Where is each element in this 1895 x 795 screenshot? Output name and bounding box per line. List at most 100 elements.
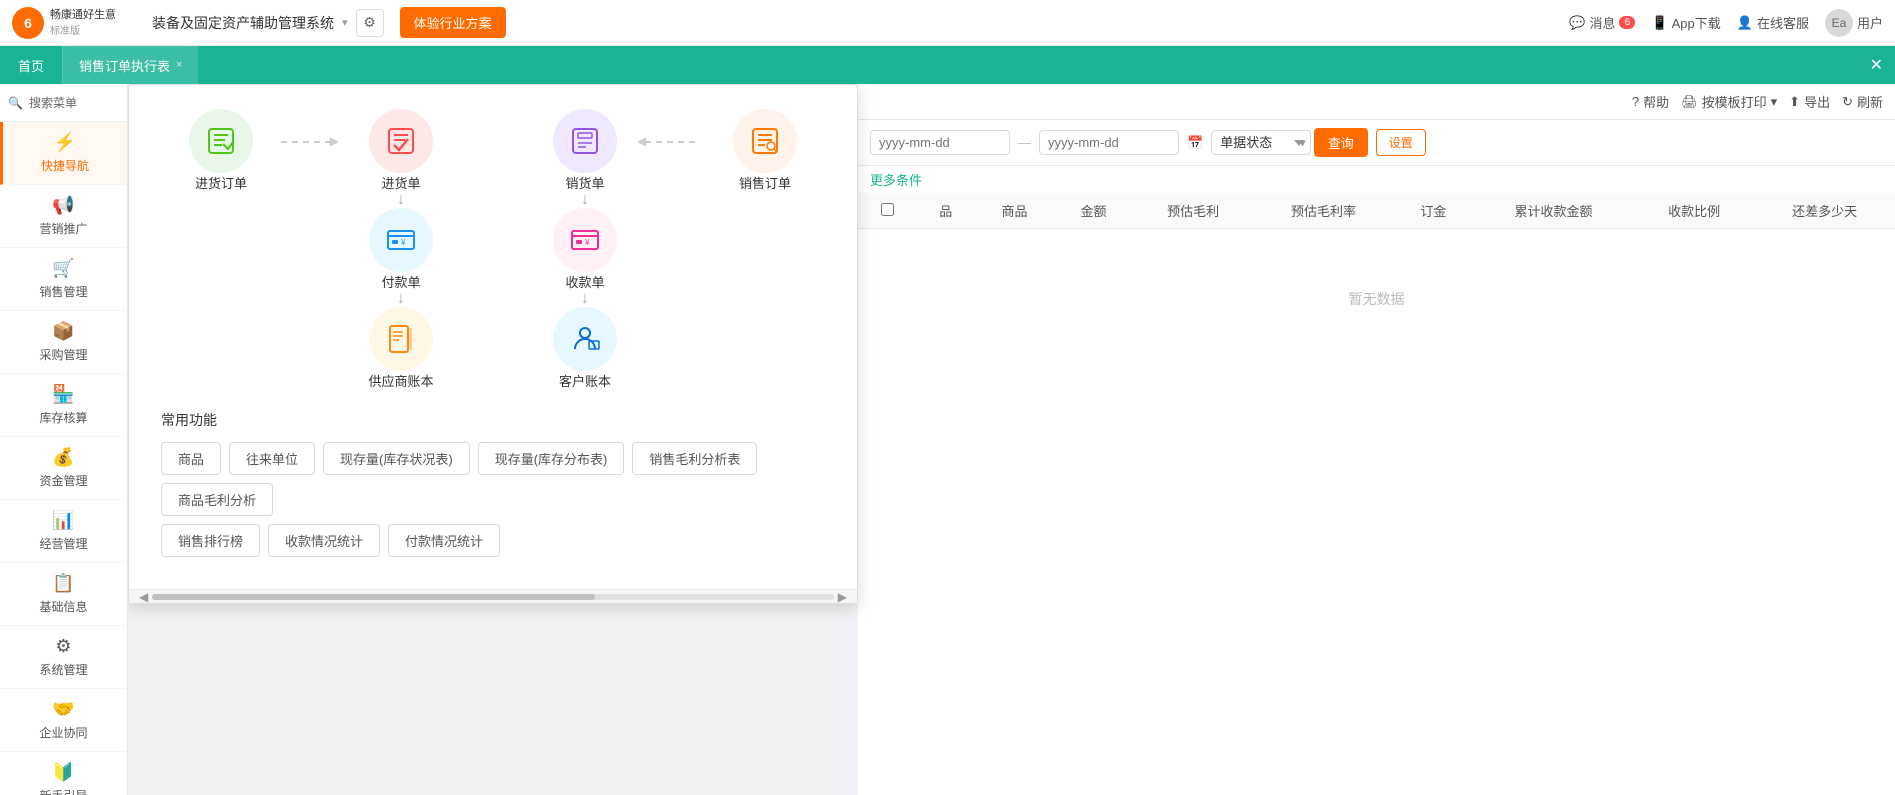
sale-order-label: 销售订单: [739, 173, 791, 192]
func-btn-sales-rank[interactable]: 销售排行榜: [161, 524, 260, 557]
help-button[interactable]: ? 帮助: [1632, 92, 1669, 111]
marketing-icon: 📢: [52, 195, 74, 216]
top-header: 6 畅康通好生意 标准版 装备及固定资产辅助管理系统 ▾ ⚙ 体验行业方案 💬 …: [0, 0, 1895, 46]
online-service-label: 在线客服: [1757, 13, 1809, 32]
query-button[interactable]: 查询: [1314, 128, 1368, 157]
func-btn-receipt-stat[interactable]: 收款情况统计: [268, 524, 380, 557]
sidebar: 🔍 搜索菜单 ⚡ 快捷导航 📢 营销推广 🛒 销售管理 📦 采购管理 🏪 库存核…: [0, 84, 128, 795]
flow-node-payment[interactable]: ¥ 付款单: [341, 208, 461, 291]
sidebar-item-operation[interactable]: 📊 经营管理: [0, 500, 127, 563]
tab-sales-order[interactable]: 销售订单执行表 ×: [63, 46, 198, 84]
sidebar-item-system[interactable]: ⚙ 系统管理: [0, 626, 127, 689]
flow-node-receipt[interactable]: ¥ 收款单: [525, 208, 645, 291]
message-button[interactable]: 💬 消息 6: [1569, 13, 1635, 32]
flow-node-supplier[interactable]: 供应商账本: [341, 307, 461, 390]
user-menu[interactable]: Ea 用户: [1825, 9, 1883, 37]
col-total-receipt: 累计收款金额: [1473, 193, 1634, 229]
print-icon: 🖨: [1681, 94, 1698, 110]
logo-text: 畅康通好生意: [50, 8, 116, 22]
close-all-tabs-button[interactable]: ✕: [1858, 46, 1895, 84]
operation-label: 经营管理: [39, 535, 87, 552]
receipt-label: 收款单: [565, 272, 604, 291]
scroll-left-button[interactable]: ◀: [135, 590, 152, 604]
scrollbar-track[interactable]: [152, 594, 834, 600]
trial-button[interactable]: 体验行业方案: [400, 7, 506, 38]
right-panel: ? 帮助 🖨 按模板打印 ▾ ⬆ 导出 ↻ 刷新: [858, 84, 1895, 795]
refresh-label: 刷新: [1857, 92, 1883, 111]
print-template-button[interactable]: 🖨 按模板打印 ▾: [1681, 92, 1777, 111]
app-download-label: App下载: [1672, 13, 1721, 32]
online-service-button[interactable]: 👤 在线客服: [1737, 13, 1809, 32]
help-icon: ?: [1632, 94, 1639, 109]
modal-content: 进货订单 ▶ 进货单: [129, 85, 857, 589]
settings-button[interactable]: 设置: [1376, 129, 1426, 156]
receipt-icon: ¥: [553, 208, 617, 272]
message-icon: 💬: [1569, 15, 1585, 31]
sidebar-item-marketing[interactable]: 📢 营销推广: [0, 185, 127, 248]
export-button[interactable]: ⬆ 导出: [1789, 92, 1830, 111]
message-label: 消息: [1589, 13, 1615, 32]
col-days-remaining: 还差多少天: [1754, 193, 1895, 229]
sidebar-item-purchase[interactable]: 📦 采购管理: [0, 311, 127, 374]
func-btn-payment-stat[interactable]: 付款情况统计: [388, 524, 500, 557]
sales-label: 销售管理: [39, 283, 87, 300]
sale-order-icon: [733, 109, 797, 173]
flow-node-purchase-bill[interactable]: 进货单: [341, 109, 461, 192]
date-start-input[interactable]: [870, 130, 1010, 155]
search-menu-button[interactable]: 🔍 搜索菜单: [0, 84, 127, 122]
sidebar-item-finance[interactable]: 💰 资金管理: [0, 437, 127, 500]
func-btn-goods-margin[interactable]: 商品毛利分析: [161, 483, 273, 516]
sale-bill-icon: [553, 109, 617, 173]
flow-node-purchase-order[interactable]: 进货订单: [161, 109, 281, 192]
sidebar-item-basic[interactable]: 📋 基础信息: [0, 563, 127, 626]
func-btn-stock-dist[interactable]: 现存量(库存分布表): [478, 442, 625, 475]
col-amount: 金额: [1054, 193, 1133, 229]
func-btn-stock-status[interactable]: 现存量(库存状况表): [323, 442, 470, 475]
tab-home[interactable]: 首页: [0, 46, 63, 84]
sidebar-item-collab[interactable]: 🤝 企业协同: [0, 689, 127, 752]
col-checkbox[interactable]: [858, 193, 916, 229]
purchase-order-label: 进货订单: [195, 173, 247, 192]
guide-icon: 🔰: [52, 762, 74, 783]
data-table: 品 商品 金额 预估毛利 预估毛利率 订金 累计收款金额 收款比例 还差多少天: [858, 193, 1895, 229]
purchase-label: 采购管理: [39, 346, 87, 363]
date-end-input[interactable]: [1039, 130, 1179, 155]
tab-bar: 首页 销售订单执行表 × ✕: [0, 46, 1895, 84]
finance-icon: 💰: [52, 447, 74, 468]
sales-icon: 🛒: [52, 258, 74, 279]
quick-nav-label: 快捷导航: [41, 157, 89, 174]
arrow-down-purchase: ↓: [397, 192, 405, 208]
scroll-right-button[interactable]: ▶: [834, 590, 851, 604]
sidebar-item-quick-nav[interactable]: ⚡ 快捷导航: [0, 122, 127, 185]
tab-close-icon[interactable]: ×: [176, 59, 182, 71]
refresh-button[interactable]: ↻ 刷新: [1842, 92, 1883, 111]
app-download-button[interactable]: 📱 App下载: [1651, 13, 1720, 32]
collab-label: 企业协同: [39, 724, 87, 741]
inventory-icon: 🏪: [52, 384, 74, 405]
scrollbar-thumb: [152, 594, 595, 600]
select-all-checkbox[interactable]: [881, 203, 894, 216]
customer-label: 客户账本: [559, 371, 611, 390]
system-label: 系统管理: [39, 661, 87, 678]
quick-nav-icon: ⚡: [54, 132, 76, 153]
user-avatar: Ea: [1825, 9, 1853, 37]
sidebar-item-guide[interactable]: 🔰 新手引导: [0, 752, 127, 795]
func-btn-contacts[interactable]: 往来单位: [229, 442, 315, 475]
settings-gear-button[interactable]: ⚙: [356, 9, 384, 37]
more-conditions-link[interactable]: 更多条件: [870, 173, 922, 188]
main-layout: 🔍 搜索菜单 ⚡ 快捷导航 📢 营销推广 🛒 销售管理 📦 采购管理 🏪 库存核…: [0, 84, 1895, 795]
payment-label: 付款单: [381, 272, 420, 291]
flow-node-customer[interactable]: 客户账本: [525, 307, 645, 390]
system-dropdown-icon[interactable]: ▾: [342, 16, 348, 29]
sidebar-item-inventory[interactable]: 🏪 库存核算: [0, 374, 127, 437]
func-btn-goods[interactable]: 商品: [161, 442, 221, 475]
func-btn-sales-margin[interactable]: 销售毛利分析表: [632, 442, 757, 475]
sidebar-item-sales[interactable]: 🛒 销售管理: [0, 248, 127, 311]
flow-node-sale-order[interactable]: 销售订单: [705, 109, 825, 192]
flow-node-sale-bill[interactable]: 销货单: [525, 109, 645, 192]
status-select[interactable]: 单据状态: [1211, 130, 1311, 155]
arrow-down-receipt: ↓: [581, 291, 589, 307]
print-dropdown-icon: ▾: [1771, 94, 1778, 110]
calendar-icon[interactable]: 📅: [1187, 135, 1203, 151]
print-label: 按模板打印: [1702, 92, 1767, 111]
